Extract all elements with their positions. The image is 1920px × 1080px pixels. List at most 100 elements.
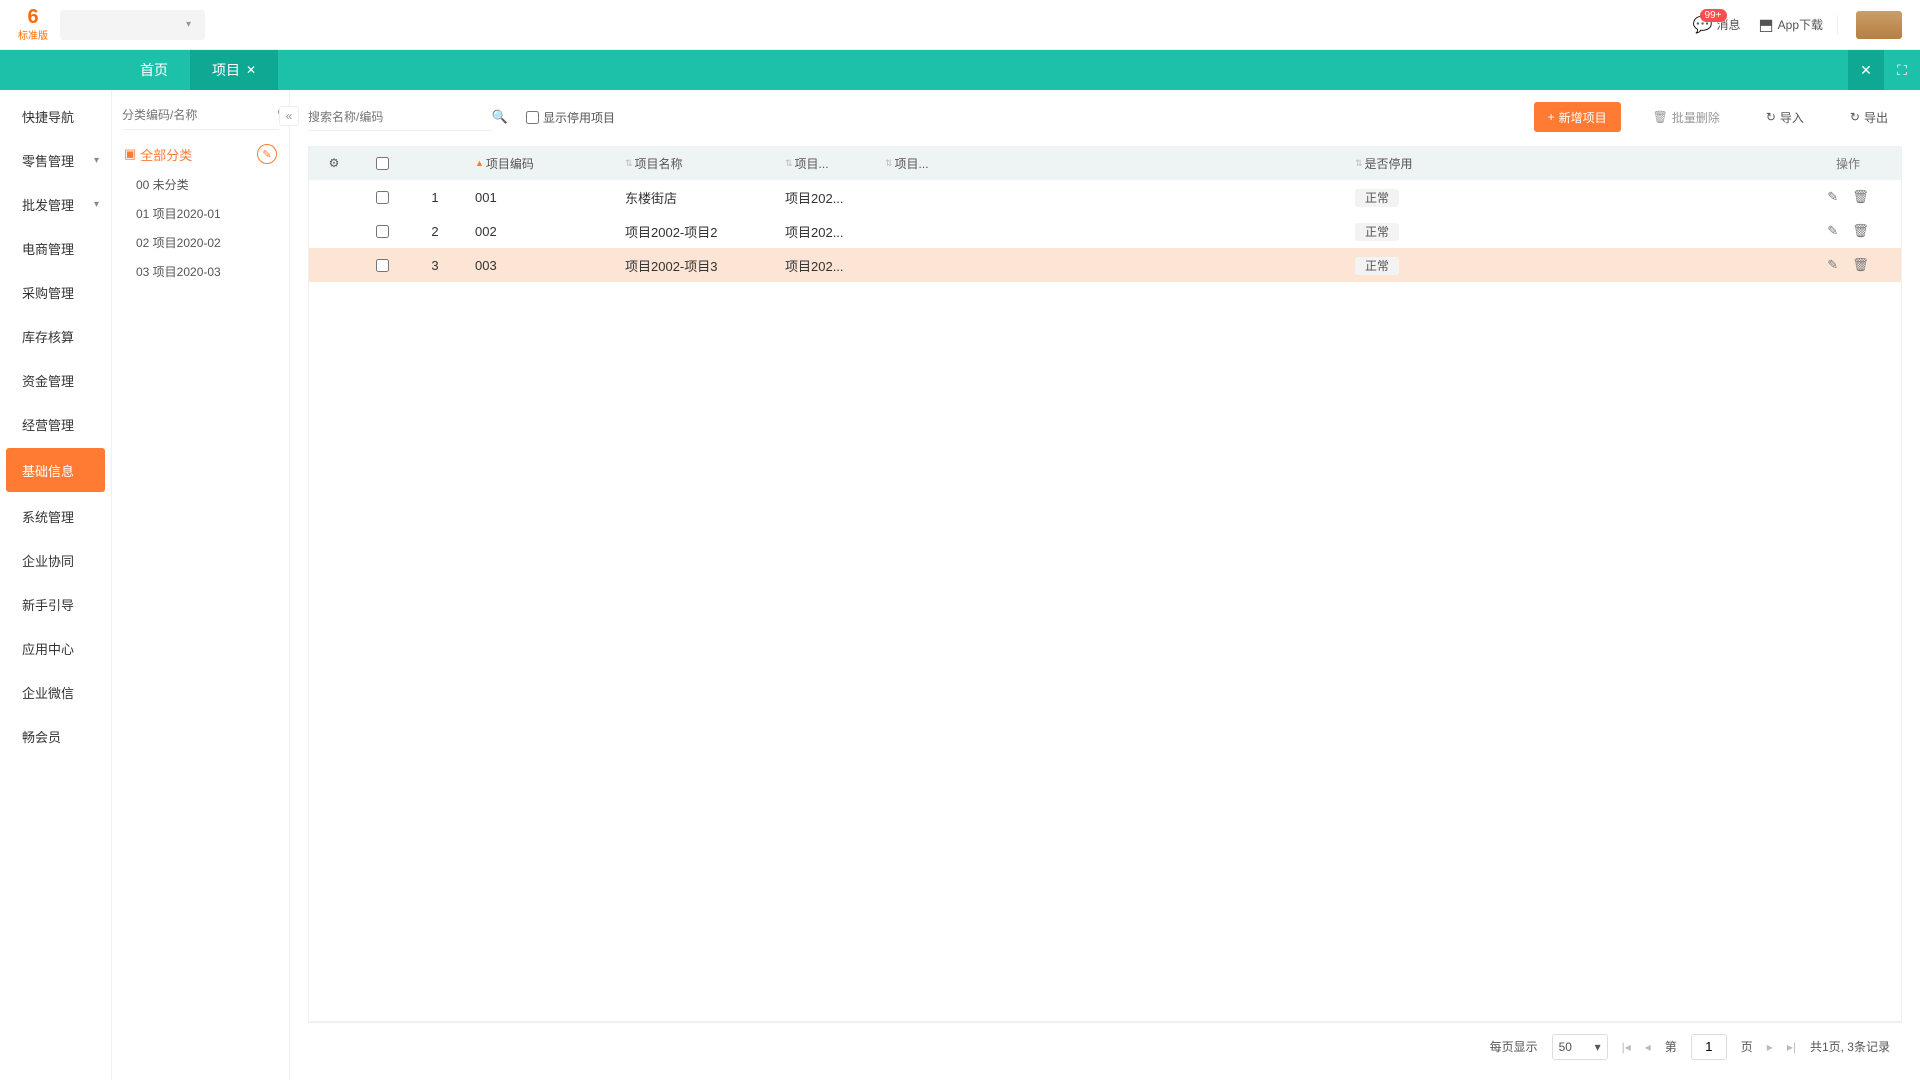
row-index: 3 bbox=[405, 258, 465, 273]
edit-icon[interactable]: ✎ bbox=[1827, 223, 1838, 239]
sidenav-label: 经营管理 bbox=[22, 415, 74, 434]
messages-button[interactable]: 💬 消息 bbox=[1693, 15, 1741, 35]
per-page-value: 50 bbox=[1559, 1040, 1572, 1054]
chevron-down-icon: ▾ bbox=[1595, 1040, 1601, 1054]
table-search-input[interactable] bbox=[308, 104, 492, 131]
col-code[interactable]: ▲项目编码 bbox=[465, 155, 625, 172]
sidenav-label: 应用中心 bbox=[22, 639, 74, 658]
row-status: 正常 bbox=[1355, 223, 1399, 241]
chevron-down-icon: ▾ bbox=[186, 19, 191, 30]
sidenav-item[interactable]: 零售管理▾ bbox=[0, 138, 111, 182]
col-status[interactable]: ⇅是否停用 bbox=[1355, 155, 1795, 172]
row-index: 1 bbox=[405, 190, 465, 205]
table-row[interactable]: 1001东楼街店项目202...正常✎🗑 bbox=[309, 180, 1901, 214]
sidenav-label: 零售管理 bbox=[22, 151, 74, 170]
category-item[interactable]: 02 项目2020-02 bbox=[122, 228, 279, 257]
tab-home[interactable]: 首页 bbox=[118, 50, 190, 90]
table-header: ⚙ ▲项目编码 ⇅项目名称 ⇅项目... ⇅项目... ⇅是否停用 操作 bbox=[309, 146, 1901, 180]
row-checkbox[interactable] bbox=[376, 259, 389, 272]
sidenav-item[interactable]: 应用中心 bbox=[0, 626, 111, 670]
page-last-button[interactable]: ▸| bbox=[1787, 1040, 1796, 1054]
per-page-select[interactable]: 50 ▾ bbox=[1552, 1034, 1608, 1060]
tab-label: 项目 bbox=[212, 60, 240, 80]
fullscreen-button[interactable]: ⛶ bbox=[1884, 50, 1920, 90]
per-page-label: 每页显示 bbox=[1490, 1038, 1538, 1055]
company-name bbox=[74, 15, 126, 34]
sidenav-item[interactable]: 库存核算 bbox=[0, 314, 111, 358]
app-download-button[interactable]: ⬒ App下载 bbox=[1759, 15, 1823, 35]
edit-icon[interactable]: ✎ bbox=[1827, 257, 1838, 273]
delete-icon[interactable]: 🗑 bbox=[1852, 257, 1869, 273]
messages-icon: 💬 bbox=[1693, 15, 1713, 35]
sidenav-label: 采购管理 bbox=[22, 283, 74, 302]
pagination: 每页显示 50▾ |◂ ◂ 第 页 ▸ ▸| 共1页, 3条记录 bbox=[308, 1022, 1902, 1070]
category-search-input[interactable] bbox=[122, 108, 277, 122]
page-first-button[interactable]: |◂ bbox=[1622, 1040, 1631, 1054]
search-icon[interactable]: 🔍 bbox=[492, 109, 508, 125]
download-icon: ⬒ bbox=[1759, 15, 1774, 35]
add-project-button[interactable]: + 新增项目 bbox=[1534, 102, 1621, 132]
page-suffix: 页 bbox=[1741, 1038, 1753, 1055]
sidenav-item[interactable]: 新手引导 bbox=[0, 582, 111, 626]
row-status: 正常 bbox=[1355, 257, 1399, 275]
logo-icon: 6 bbox=[27, 7, 38, 27]
sidenav-item[interactable]: 企业协同 bbox=[0, 538, 111, 582]
sidenav-item[interactable]: 电商管理 bbox=[0, 226, 111, 270]
row-name: 项目2002-项目3 bbox=[625, 256, 785, 275]
col-ops: 操作 bbox=[1795, 155, 1901, 172]
col-label: 项目... bbox=[795, 155, 829, 172]
category-edit-button[interactable]: ✎ bbox=[257, 144, 277, 164]
tab-close-icon[interactable]: ✕ bbox=[246, 63, 256, 77]
collapse-category-button[interactable]: « bbox=[279, 106, 299, 126]
sidenav-item[interactable]: 经营管理 bbox=[0, 402, 111, 446]
sidenav-label: 系统管理 bbox=[22, 507, 74, 526]
col-name[interactable]: ⇅项目名称 bbox=[625, 155, 785, 172]
sidenav-item[interactable]: 系统管理 bbox=[0, 494, 111, 538]
sidenav-item[interactable]: 资金管理 bbox=[0, 358, 111, 402]
sidenav-item[interactable]: 企业微信 bbox=[0, 670, 111, 714]
row-code: 002 bbox=[465, 224, 625, 239]
category-item[interactable]: 00 未分类 bbox=[122, 170, 279, 199]
page-summary: 共1页, 3条记录 bbox=[1810, 1038, 1890, 1055]
col-extra2[interactable]: ⇅项目... bbox=[885, 155, 1355, 172]
category-item[interactable]: 03 项目2020-03 bbox=[122, 257, 279, 286]
export-button[interactable]: ↻ 导出 bbox=[1836, 102, 1902, 132]
col-extra1[interactable]: ⇅项目... bbox=[785, 155, 885, 172]
show-disabled-input[interactable] bbox=[526, 111, 539, 124]
user-avatar[interactable] bbox=[1856, 11, 1902, 39]
sidenav-item[interactable]: 畅会员 bbox=[0, 714, 111, 758]
chevron-down-icon: ▾ bbox=[94, 199, 99, 210]
sidenav-label: 畅会员 bbox=[22, 727, 61, 746]
row-name: 项目2002-项目2 bbox=[625, 222, 785, 241]
edit-icon[interactable]: ✎ bbox=[1827, 189, 1838, 205]
row-index: 2 bbox=[405, 224, 465, 239]
gear-icon[interactable]: ⚙ bbox=[329, 156, 340, 170]
row-checkbox[interactable] bbox=[376, 225, 389, 238]
import-button[interactable]: ↻ 导入 bbox=[1752, 102, 1818, 132]
import-label: 导入 bbox=[1780, 109, 1804, 126]
row-c1: 项目202... bbox=[785, 222, 885, 241]
sidenav-label: 批发管理 bbox=[22, 195, 74, 214]
row-c1: 项目202... bbox=[785, 256, 885, 275]
category-item[interactable]: 01 项目2020-01 bbox=[122, 199, 279, 228]
select-all-checkbox[interactable] bbox=[376, 157, 389, 170]
delete-icon[interactable]: 🗑 bbox=[1852, 223, 1869, 239]
tab-project[interactable]: 项目 ✕ bbox=[190, 50, 278, 90]
col-label: 是否停用 bbox=[1365, 155, 1413, 172]
page-next-button[interactable]: ▸ bbox=[1767, 1040, 1773, 1054]
sidenav-item[interactable]: 快捷导航 bbox=[0, 94, 111, 138]
table-row[interactable]: 3003项目2002-项目3项目202...正常✎🗑 bbox=[309, 248, 1901, 282]
show-disabled-checkbox[interactable]: 显示停用项目 bbox=[526, 109, 615, 126]
sidenav-item[interactable]: 批发管理 ▾ bbox=[0, 182, 111, 226]
page-input[interactable] bbox=[1691, 1034, 1727, 1060]
page-prev-button[interactable]: ◂ bbox=[1645, 1040, 1651, 1054]
delete-icon[interactable]: 🗑 bbox=[1852, 189, 1869, 205]
category-root[interactable]: ▣ 全部分类 bbox=[124, 145, 192, 164]
row-checkbox[interactable] bbox=[376, 191, 389, 204]
batch-delete-button[interactable]: 🗑 批量删除 bbox=[1639, 102, 1734, 132]
company-selector[interactable]: ▾ bbox=[60, 10, 205, 40]
tabs-close-all-button[interactable]: ✕ bbox=[1848, 50, 1884, 90]
sidenav-item[interactable]: 基础信息 bbox=[6, 448, 105, 492]
sidenav-item[interactable]: 采购管理 bbox=[0, 270, 111, 314]
table-row[interactable]: 2002项目2002-项目2项目202... 正常 ✎ 🗑 bbox=[309, 214, 1901, 248]
